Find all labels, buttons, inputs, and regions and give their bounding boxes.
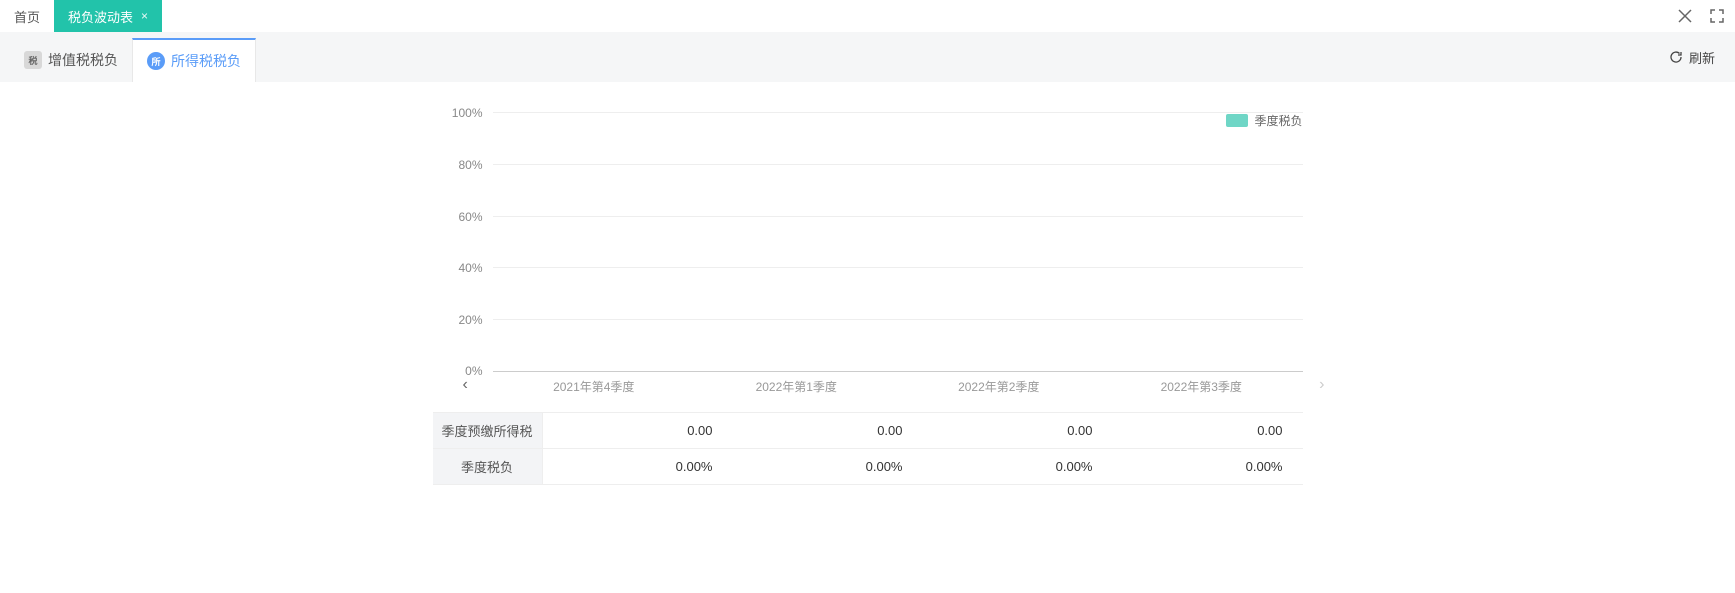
chart-plot: 100% 80% 60% 40% 20% 0% — [493, 112, 1303, 372]
y-tick-20: 20% — [438, 313, 483, 327]
tab-tax-fluctuation[interactable]: 税负波动表 × — [54, 0, 162, 32]
refresh-label: 刷新 — [1689, 48, 1715, 67]
chevron-left-icon[interactable]: ‹ — [463, 376, 468, 394]
vat-icon: 税 — [24, 51, 42, 69]
y-tick-40: 40% — [438, 261, 483, 275]
content-area: 季度税负 100% 80% 60% 40% 20% 0% ‹ 2021年第4季度… — [0, 82, 1735, 515]
sub-tabs: 税 增值税税负 所 所得税税负 — [10, 32, 256, 82]
cell: 0.00% — [1113, 449, 1303, 484]
tab-income-tax-label: 所得税税负 — [171, 51, 241, 71]
x-axis: ‹ 2021年第4季度 2022年第1季度 2022年第2季度 2022年第3季… — [493, 372, 1303, 402]
cell: 0.00% — [543, 449, 733, 484]
cell: 0.00 — [733, 413, 923, 448]
row-header-rate: 季度税负 — [433, 449, 543, 484]
y-tick-80: 80% — [438, 158, 483, 172]
y-tick-0: 0% — [438, 364, 483, 378]
income-icon: 所 — [147, 52, 165, 70]
tab-tax-fluctuation-label: 税负波动表 — [68, 7, 133, 26]
y-tick-60: 60% — [438, 210, 483, 224]
chevron-right-icon[interactable]: › — [1319, 376, 1324, 394]
tab-income-tax[interactable]: 所 所得税税负 — [132, 38, 256, 82]
tab-home-label: 首页 — [14, 7, 40, 26]
sub-tab-bar: 税 增值税税负 所 所得税税负 刷新 — [0, 32, 1735, 82]
close-icon[interactable]: × — [141, 9, 148, 23]
tab-vat[interactable]: 税 增值税税负 — [10, 38, 132, 82]
tab-home[interactable]: 首页 — [0, 0, 54, 32]
top-tab-bar: 首页 税负波动表 × — [0, 0, 1735, 32]
table-row: 季度税负 0.00% 0.00% 0.00% 0.00% — [433, 449, 1303, 485]
table-row: 季度预缴所得税 0.00 0.00 0.00 0.00 — [433, 413, 1303, 449]
y-tick-100: 100% — [438, 106, 483, 120]
x-tick-0: 2021年第4季度 — [493, 372, 696, 402]
cell: 0.00 — [543, 413, 733, 448]
x-tick-2: 2022年第2季度 — [898, 372, 1101, 402]
x-tick-3: 2022年第3季度 — [1100, 372, 1303, 402]
cell: 0.00% — [733, 449, 923, 484]
data-table: 季度预缴所得税 0.00 0.00 0.00 0.00 季度税负 0.00% 0… — [433, 412, 1303, 485]
cell: 0.00 — [1113, 413, 1303, 448]
close-window-icon[interactable] — [1675, 6, 1695, 26]
window-controls — [1675, 0, 1727, 32]
cell: 0.00% — [923, 449, 1113, 484]
tab-vat-label: 增值税税负 — [48, 50, 118, 70]
x-tick-1: 2022年第1季度 — [695, 372, 898, 402]
chart-container: 季度税负 100% 80% 60% 40% 20% 0% ‹ 2021年第4季度… — [433, 112, 1303, 485]
cell: 0.00 — [923, 413, 1113, 448]
refresh-icon — [1669, 50, 1683, 64]
refresh-button[interactable]: 刷新 — [1669, 48, 1715, 67]
fullscreen-icon[interactable] — [1707, 6, 1727, 26]
row-header-prepaid: 季度预缴所得税 — [433, 413, 543, 448]
